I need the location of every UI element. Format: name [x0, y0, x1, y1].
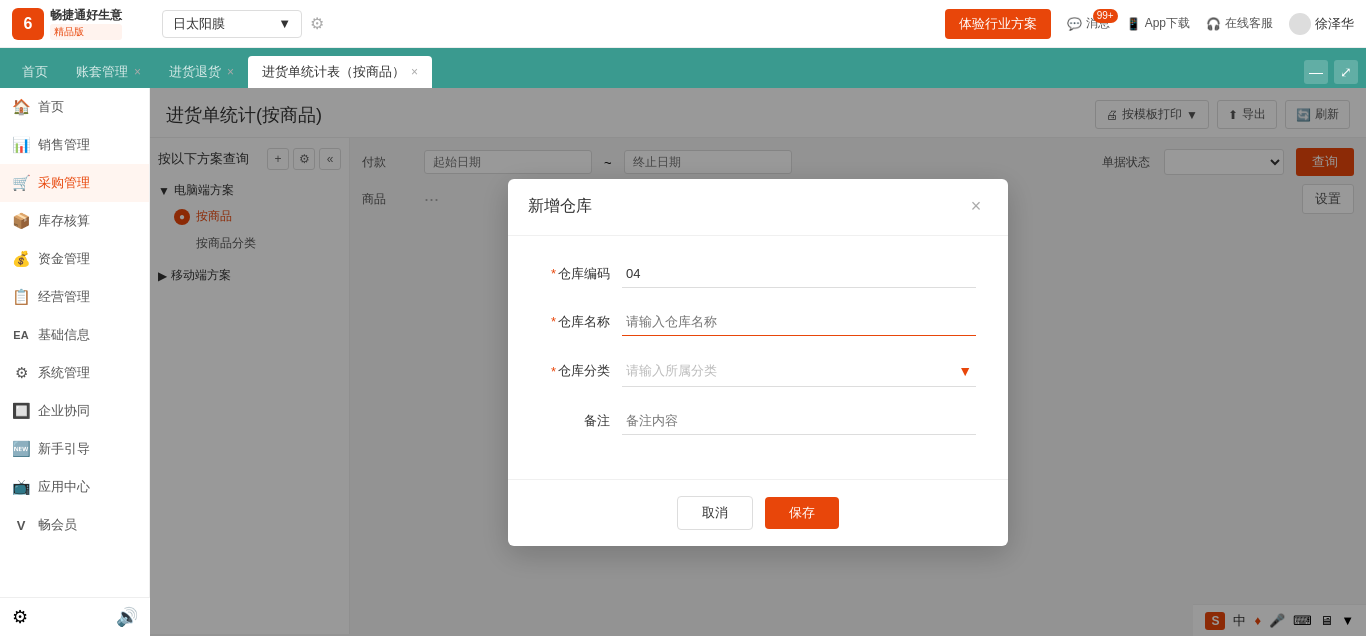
vip-icon: V — [12, 516, 30, 534]
app-icon: 📱 — [1126, 17, 1141, 31]
operations-icon: 📋 — [12, 288, 30, 306]
tab-purchase-stat[interactable]: 进货单统计表（按商品） × — [248, 56, 432, 88]
form-label-name: * 仓库名称 — [540, 313, 610, 331]
home-icon: 🏠 — [12, 98, 30, 116]
tab-home[interactable]: 首页 — [8, 56, 62, 88]
modal-overlay: 新增仓库 × * 仓库编码 * — [150, 88, 1366, 636]
form-row-category: * 仓库分类 请输入所属分类 ▼ — [540, 356, 976, 387]
user-avatar[interactable]: 徐泽华 — [1289, 13, 1354, 35]
sidebar-item-finance[interactable]: 💰 资金管理 — [0, 240, 149, 278]
sidebar-item-purchase[interactable]: 🛒 采购管理 — [0, 164, 149, 202]
tab-return[interactable]: 进货退货 × — [155, 56, 248, 88]
modal-footer: 取消 保存 — [508, 479, 1008, 546]
chevron-down-icon: ▼ — [278, 16, 291, 31]
topbar-actions: 体验行业方案 💬 消息 99+ 📱 App下载 🎧 在线客服 徐泽华 — [945, 9, 1354, 39]
inventory-icon: 📦 — [12, 212, 30, 230]
add-warehouse-modal: 新增仓库 × * 仓库编码 * — [508, 179, 1008, 546]
sidebar: 🏠 首页 📊 销售管理 🛒 采购管理 📦 库存核算 💰 资金管理 📋 经营管理 … — [0, 88, 150, 636]
cancel-btn[interactable]: 取消 — [677, 496, 753, 530]
experience-btn[interactable]: 体验行业方案 — [945, 9, 1051, 39]
form-label-code: * 仓库编码 — [540, 265, 610, 283]
form-row-name: * 仓库名称 — [540, 308, 976, 336]
tab-collapse-btn[interactable]: — — [1304, 60, 1328, 84]
settings-bottom-icon[interactable]: ⚙ — [12, 606, 28, 628]
enterprise-icon: 🔲 — [12, 402, 30, 420]
form-label-category: * 仓库分类 — [540, 362, 610, 380]
basic-info-icon: EA — [12, 326, 30, 344]
sidebar-bottom: ⚙ 🔊 — [0, 597, 150, 636]
logo-text: 畅捷通好生意 精品版 — [50, 7, 122, 40]
tab-close-return[interactable]: × — [227, 65, 234, 79]
headset-icon: 🎧 — [1206, 17, 1221, 31]
guide-icon: 🆕 — [12, 440, 30, 458]
sidebar-item-app-center[interactable]: 📺 应用中心 — [0, 468, 149, 506]
logo-area: 6 畅捷通好生意 精品版 — [12, 7, 162, 40]
app-download-btn[interactable]: 📱 App下载 — [1126, 15, 1190, 32]
logo-icon: 6 — [12, 8, 44, 40]
sidebar-item-inventory[interactable]: 📦 库存核算 — [0, 202, 149, 240]
settings-icon[interactable]: ⚙ — [310, 14, 324, 33]
sidebar-item-sales[interactable]: 📊 销售管理 — [0, 126, 149, 164]
warehouse-category-select[interactable]: 请输入所属分类 ▼ — [622, 356, 976, 387]
tabbar-controls: — ⤢ — [1304, 60, 1358, 88]
service-btn[interactable]: 🎧 在线客服 — [1206, 15, 1273, 32]
form-row-remark: 备注 — [540, 407, 976, 435]
sidebar-item-operations[interactable]: 📋 经营管理 — [0, 278, 149, 316]
sidebar-item-home[interactable]: 🏠 首页 — [0, 88, 149, 126]
content-area: 进货单统计(按商品) 🖨 按模板打印 ▼ ⬆ 导出 🔄 刷新 — [150, 88, 1366, 636]
tab-expand-btn[interactable]: ⤢ — [1334, 60, 1358, 84]
sales-icon: 📊 — [12, 136, 30, 154]
warehouse-code-input[interactable] — [622, 260, 976, 288]
modal-header: 新增仓库 × — [508, 179, 1008, 236]
system-icon: ⚙ — [12, 364, 30, 382]
topbar: 6 畅捷通好生意 精品版 日太阳膜 ▼ ⚙ 体验行业方案 💬 消息 99+ 📱 … — [0, 0, 1366, 48]
tab-account[interactable]: 账套管理 × — [62, 56, 155, 88]
main-layout: 🏠 首页 📊 销售管理 🛒 采购管理 📦 库存核算 💰 资金管理 📋 经营管理 … — [0, 88, 1366, 636]
modal-body: * 仓库编码 * 仓库名称 — [508, 236, 1008, 479]
sidebar-item-system[interactable]: ⚙ 系统管理 — [0, 354, 149, 392]
tab-close-purchase[interactable]: × — [411, 65, 418, 79]
modal-title: 新增仓库 — [528, 196, 592, 217]
sidebar-item-basic-info[interactable]: EA 基础信息 — [0, 316, 149, 354]
select-arrow-icon: ▼ — [958, 363, 972, 379]
warehouse-remark-input[interactable] — [622, 407, 976, 435]
message-icon: 💬 — [1067, 17, 1082, 31]
finance-icon: 💰 — [12, 250, 30, 268]
form-row-code: * 仓库编码 — [540, 260, 976, 288]
warehouse-name-input[interactable] — [622, 308, 976, 336]
volume-icon[interactable]: 🔊 — [116, 606, 138, 628]
purchase-icon: 🛒 — [12, 174, 30, 192]
app-center-icon: 📺 — [12, 478, 30, 496]
tabbar: 首页 账套管理 × 进货退货 × 进货单统计表（按商品） × — ⤢ — [0, 48, 1366, 88]
store-selector[interactable]: 日太阳膜 ▼ — [162, 10, 302, 38]
tab-close-account[interactable]: × — [134, 65, 141, 79]
form-label-remark: 备注 — [540, 412, 610, 430]
avatar — [1289, 13, 1311, 35]
save-btn[interactable]: 保存 — [765, 497, 839, 529]
modal-close-btn[interactable]: × — [964, 195, 988, 219]
sidebar-item-vip[interactable]: V 畅会员 — [0, 506, 149, 544]
sidebar-item-enterprise[interactable]: 🔲 企业协同 — [0, 392, 149, 430]
message-btn[interactable]: 💬 消息 99+ — [1067, 15, 1110, 32]
sidebar-item-guide[interactable]: 🆕 新手引导 — [0, 430, 149, 468]
